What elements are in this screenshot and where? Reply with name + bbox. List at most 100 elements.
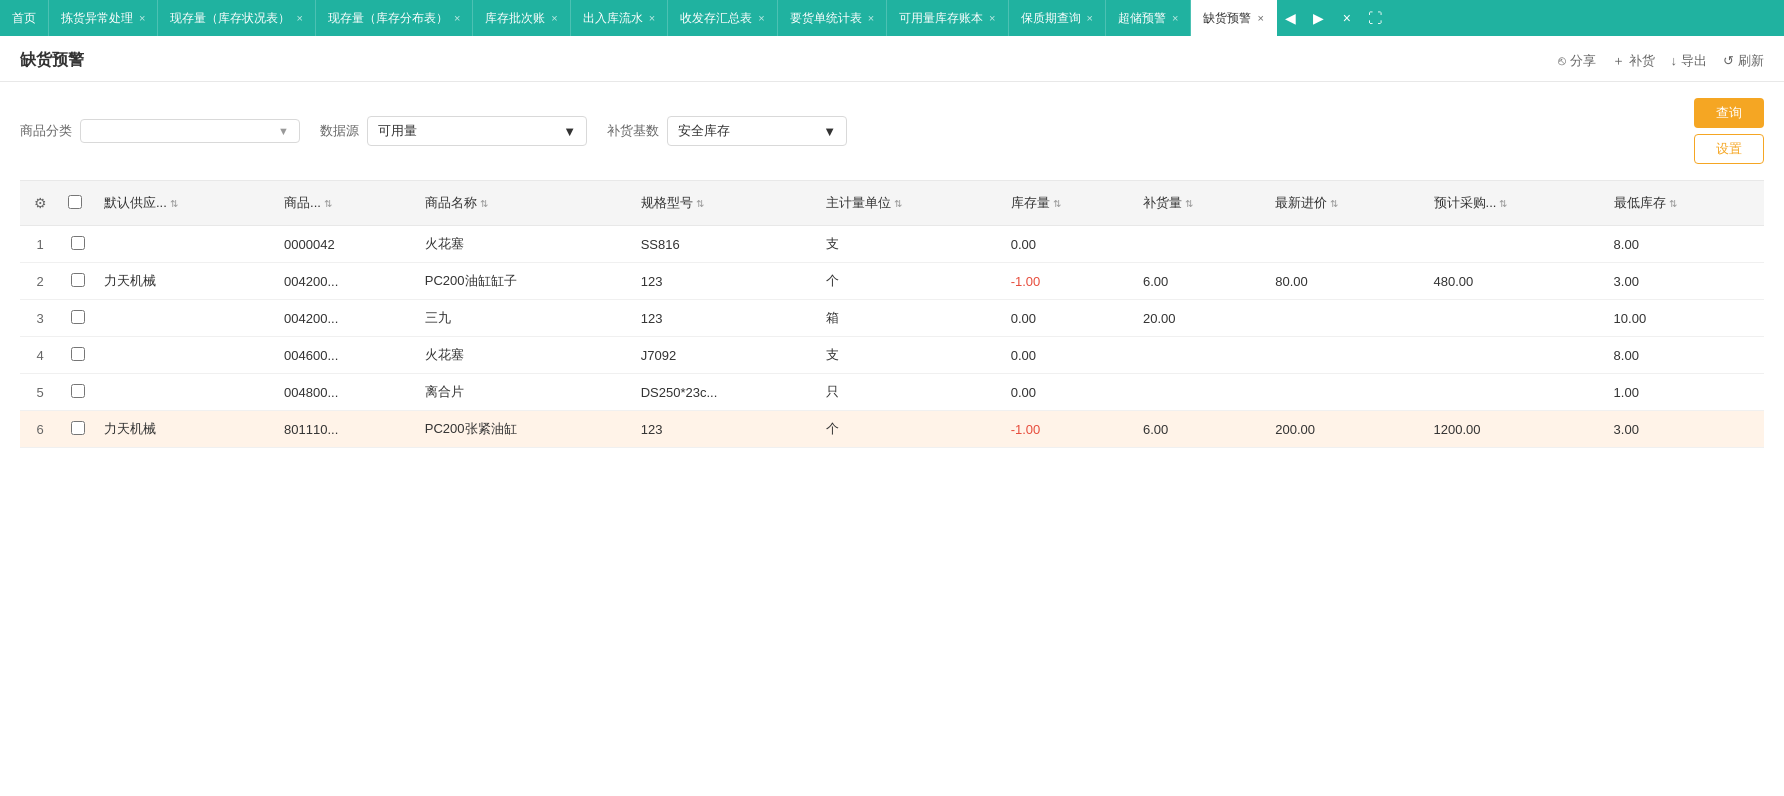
- cell-supplier: [96, 374, 276, 411]
- cell-unit: 只: [818, 374, 1002, 411]
- close-tab-shortage[interactable]: ×: [1257, 12, 1263, 24]
- datasource-value: 可用量: [378, 122, 417, 140]
- sort-est-purchase-icon[interactable]: ⇅: [1499, 198, 1507, 209]
- cell-spec: DS250*23c...: [633, 374, 819, 411]
- close-tab-overstock[interactable]: ×: [1172, 12, 1178, 24]
- col-check: [60, 181, 96, 226]
- cell-min-stock: 3.00: [1606, 263, 1764, 300]
- row-checkbox[interactable]: [71, 421, 85, 435]
- row-checkbox-cell: [60, 337, 96, 374]
- refresh-action[interactable]: ↺ 刷新: [1723, 52, 1764, 70]
- tab-next-button[interactable]: ▶: [1305, 0, 1333, 36]
- category-select[interactable]: ▼: [80, 119, 300, 143]
- tab-demand-stats[interactable]: 要货单统计表 ×: [778, 0, 887, 36]
- col-unit: 主计量单位 ⇅: [818, 181, 1002, 226]
- cell-latest-price: 200.00: [1267, 411, 1425, 448]
- tab-home[interactable]: 首页: [0, 0, 49, 36]
- col-stock: 库存量 ⇅: [1003, 181, 1135, 226]
- sort-spec-icon[interactable]: ⇅: [696, 198, 704, 209]
- cell-product-name: 火花塞: [417, 337, 633, 374]
- datasource-filter-group: 数据源 可用量 ▼: [320, 116, 587, 146]
- data-table: ⚙ 默认供应... ⇅ 商品... ⇅: [20, 180, 1764, 448]
- cell-product-id: 004200...: [276, 263, 417, 300]
- sort-product-id-icon[interactable]: ⇅: [324, 198, 332, 209]
- cell-stock: 0.00: [1003, 226, 1135, 263]
- close-tab-receive-summary[interactable]: ×: [758, 12, 764, 24]
- table-wrapper: ⚙ 默认供应... ⇅ 商品... ⇅: [0, 180, 1784, 448]
- sort-min-stock-icon[interactable]: ⇅: [1669, 198, 1677, 209]
- close-tab-demand-stats[interactable]: ×: [868, 12, 874, 24]
- replenish-select[interactable]: 安全库存 ▼: [667, 116, 847, 146]
- tab-prev-button[interactable]: ◀: [1277, 0, 1305, 36]
- cell-replenish: [1135, 337, 1267, 374]
- table-row: 3 004200... 三九 123 箱 0.00 20.00 10.00: [20, 300, 1764, 337]
- select-all-checkbox[interactable]: [68, 195, 82, 209]
- table-row: 1 0000042 火花塞 SS816 支 0.00 8.00: [20, 226, 1764, 263]
- close-tab-available-ledger[interactable]: ×: [989, 12, 995, 24]
- close-tab-inventory-dist[interactable]: ×: [454, 12, 460, 24]
- cell-supplier: [96, 300, 276, 337]
- sort-replenish-icon[interactable]: ⇅: [1185, 198, 1193, 209]
- close-tab-inventory-status[interactable]: ×: [296, 12, 302, 24]
- sort-latest-price-icon[interactable]: ⇅: [1330, 198, 1338, 209]
- cell-latest-price: [1267, 337, 1425, 374]
- tab-overstock[interactable]: 超储预警 ×: [1106, 0, 1191, 36]
- cell-stock: 0.00: [1003, 337, 1135, 374]
- col-latest-price: 最新进价 ⇅: [1267, 181, 1425, 226]
- category-label: 商品分类: [20, 122, 72, 140]
- cell-supplier: 力天机械: [96, 411, 276, 448]
- sort-unit-icon[interactable]: ⇅: [894, 198, 902, 209]
- tab-abnormal[interactable]: 拣货异常处理 ×: [49, 0, 158, 36]
- tab-bar: 首页 拣货异常处理 × 现存量（库存状况表） × 现存量（库存分布表） × 库存…: [0, 0, 1784, 36]
- datasource-select[interactable]: 可用量 ▼: [367, 116, 587, 146]
- table-row: 5 004800... 离合片 DS250*23c... 只 0.00 1.00: [20, 374, 1764, 411]
- row-checkbox[interactable]: [71, 273, 85, 287]
- row-checkbox[interactable]: [71, 384, 85, 398]
- sort-supplier-icon[interactable]: ⇅: [170, 198, 178, 209]
- tab-expiry-query[interactable]: 保质期查询 ×: [1009, 0, 1106, 36]
- export-action[interactable]: ↓ 导出: [1671, 52, 1708, 70]
- sort-product-name-icon[interactable]: ⇅: [480, 198, 488, 209]
- tab-batch-account[interactable]: 库存批次账 ×: [473, 0, 570, 36]
- cell-unit: 个: [818, 263, 1002, 300]
- tab-inout-flow[interactable]: 出入库流水 ×: [571, 0, 668, 36]
- fullscreen-button[interactable]: ⛶: [1361, 0, 1389, 36]
- row-checkbox[interactable]: [71, 310, 85, 324]
- datasource-arrow-icon: ▼: [563, 124, 576, 139]
- tab-receive-summary[interactable]: 收发存汇总表 ×: [668, 0, 777, 36]
- table-gear-icon[interactable]: ⚙: [28, 191, 52, 215]
- close-tab-abnormal[interactable]: ×: [139, 12, 145, 24]
- refresh-icon: ↺: [1723, 53, 1734, 68]
- cell-est-purchase: [1426, 337, 1606, 374]
- row-checkbox-cell: [60, 300, 96, 337]
- close-tab-batch-account[interactable]: ×: [551, 12, 557, 24]
- row-number: 3: [20, 300, 60, 337]
- share-action[interactable]: ⎋ 分享: [1558, 52, 1596, 70]
- cell-product-id: 004200...: [276, 300, 417, 337]
- table-row: 6 力天机械 801110... PC200张紧油缸 123 个 -1.00 6…: [20, 411, 1764, 448]
- col-supplier: 默认供应... ⇅: [96, 181, 276, 226]
- cell-spec: 123: [633, 263, 819, 300]
- cell-spec: 123: [633, 300, 819, 337]
- tab-available-ledger[interactable]: 可用量库存账本 ×: [887, 0, 1008, 36]
- tab-shortage[interactable]: 缺货预警 ×: [1191, 0, 1276, 36]
- row-checkbox[interactable]: [71, 236, 85, 250]
- col-spec: 规格型号 ⇅: [633, 181, 819, 226]
- cell-product-name: PC200张紧油缸: [417, 411, 633, 448]
- col-product-id: 商品... ⇅: [276, 181, 417, 226]
- replenish-action[interactable]: ＋ 补货: [1612, 52, 1655, 70]
- tab-inventory-status[interactable]: 现存量（库存状况表） ×: [158, 0, 315, 36]
- sort-stock-icon[interactable]: ⇅: [1053, 198, 1061, 209]
- page-title: 缺货预警: [20, 50, 84, 71]
- cell-replenish: 20.00: [1135, 300, 1267, 337]
- settings-button[interactable]: 设置: [1694, 134, 1764, 164]
- cell-stock: 0.00: [1003, 374, 1135, 411]
- close-tab-expiry-query[interactable]: ×: [1087, 12, 1093, 24]
- close-tab-inout-flow[interactable]: ×: [649, 12, 655, 24]
- query-button[interactable]: 查询: [1694, 98, 1764, 128]
- close-all-button[interactable]: ×: [1333, 0, 1361, 36]
- row-checkbox-cell: [60, 226, 96, 263]
- replenish-label: 补货基数: [607, 122, 659, 140]
- tab-inventory-dist[interactable]: 现存量（库存分布表） ×: [316, 0, 473, 36]
- row-checkbox[interactable]: [71, 347, 85, 361]
